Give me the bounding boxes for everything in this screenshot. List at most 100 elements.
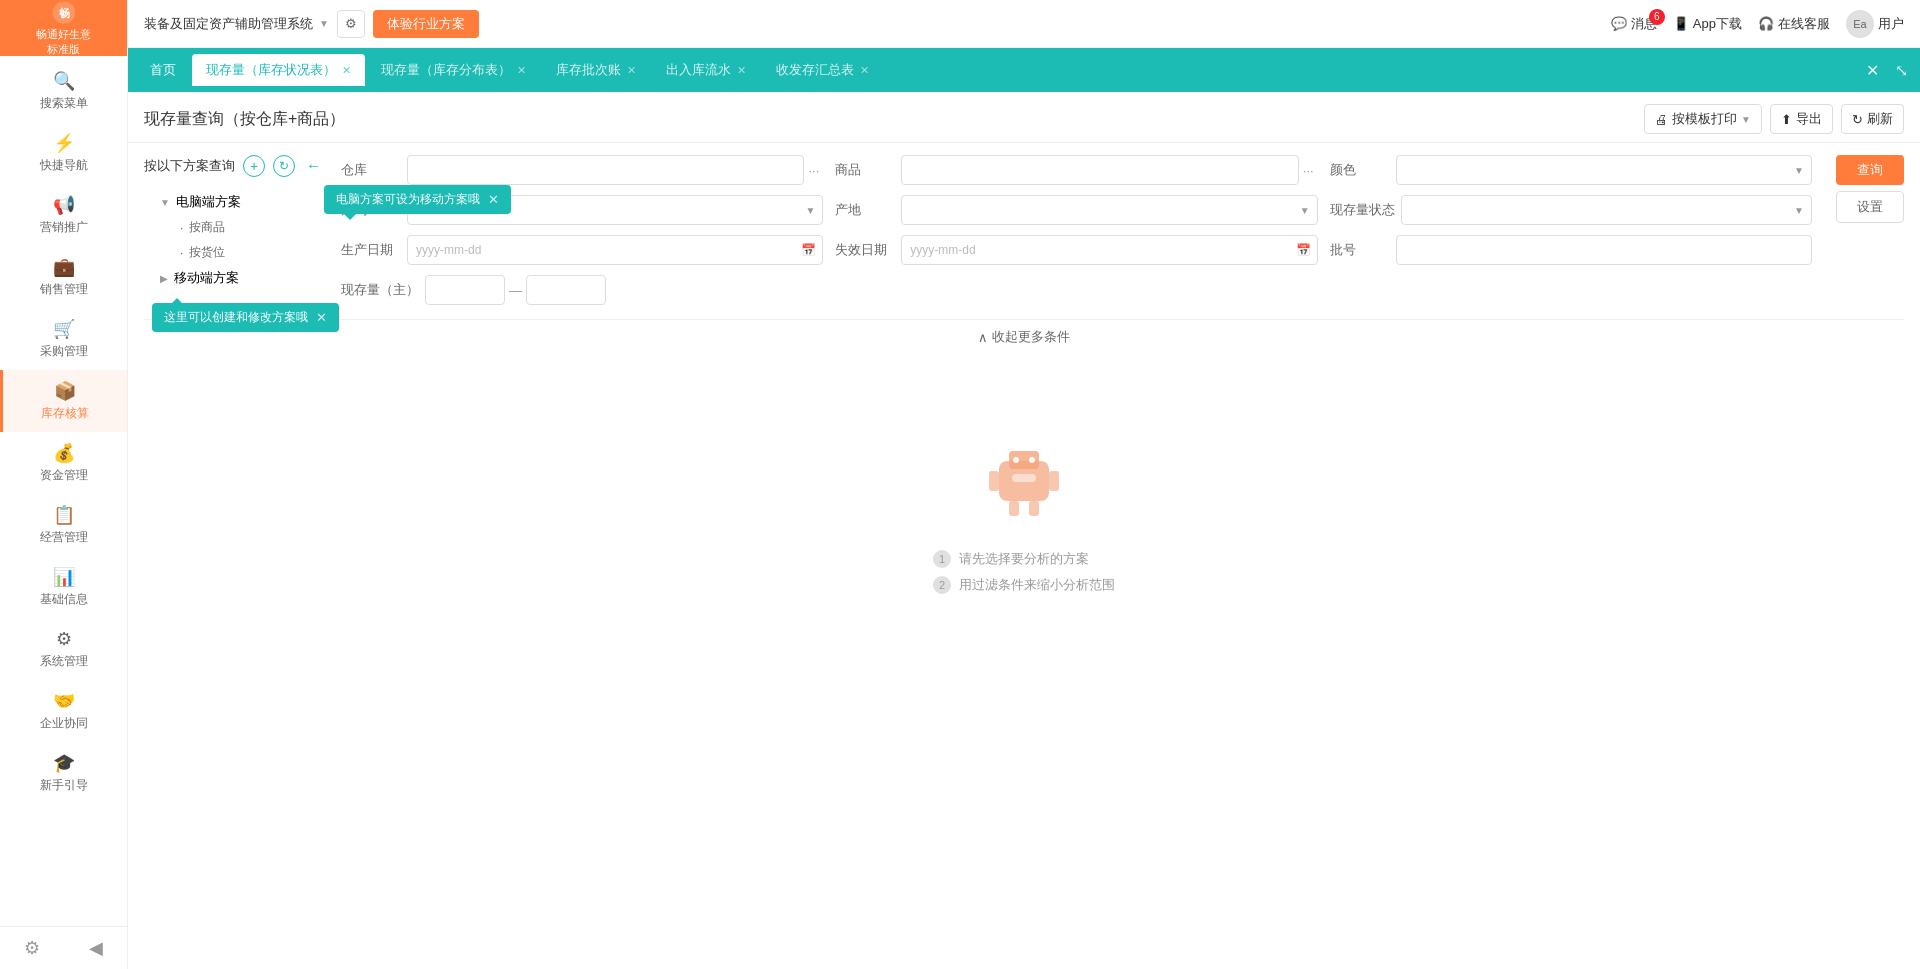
tab-stock-status-label: 现存量（库存状况表） <box>206 61 336 79</box>
export-icon: ⬆ <box>1781 112 1792 127</box>
tab-batch-account[interactable]: 库存批次账 ✕ <box>542 54 650 86</box>
sidebar-label-sales: 销售管理 <box>40 281 88 298</box>
sidebar-item-purchase[interactable]: 🛒 采购管理 <box>0 308 127 370</box>
stock-qty-max[interactable] <box>526 275 606 305</box>
sidebar-item-basic[interactable]: 📊 基础信息 <box>0 556 127 618</box>
scheme-sub-goods[interactable]: · 按商品 <box>172 215 325 240</box>
sidebar-item-inventory[interactable]: 📦 库存核算 <box>0 370 127 432</box>
print-btn[interactable]: 🖨 按模板打印 ▼ <box>1644 104 1762 134</box>
range-separator: — <box>509 283 522 298</box>
expiry-date-start[interactable]: yyyy-mm-dd 📅 <box>901 235 1317 265</box>
tab-inout-close[interactable]: ✕ <box>737 64 746 77</box>
sidebar-item-guide[interactable]: 🎓 新手引导 <box>0 742 127 804</box>
tab-receive-close[interactable]: ✕ <box>860 64 869 77</box>
page-header: 现存量查询（按仓库+商品） 🖨 按模板打印 ▼ ⬆ 导出 ↻ 刷新 <box>128 92 1920 143</box>
filter-add-btn[interactable]: + <box>243 155 265 177</box>
prod-date-start-icon[interactable]: 📅 <box>801 243 816 257</box>
sidebar-item-finance[interactable]: 💰 资金管理 <box>0 432 127 494</box>
tab-batch-close[interactable]: ✕ <box>627 64 636 77</box>
tab-stock-status-close[interactable]: ✕ <box>342 64 351 77</box>
svg-point-5 <box>1029 457 1035 463</box>
refresh-btn[interactable]: ↻ 刷新 <box>1841 104 1904 134</box>
product-input[interactable] <box>901 155 1298 185</box>
main-content: 现存量查询（按仓库+商品） 🖨 按模板打印 ▼ ⬆ 导出 ↻ 刷新 <box>128 92 1920 969</box>
tab-expand-btn[interactable]: ⤡ <box>1891 59 1912 82</box>
global-settings-btn[interactable]: ⚙ <box>337 10 365 38</box>
sidebar-icon-system: ⚙ <box>56 628 72 650</box>
field-expiry-date: 失效日期 yyyy-mm-dd 📅 <box>835 235 1317 265</box>
sidebar-item-enterprise[interactable]: 🤝 企业协同 <box>0 680 127 742</box>
origin-select-wrap: ▼ <box>901 195 1317 225</box>
tab-stock-dist-label: 现存量（库存分布表） <box>381 61 511 79</box>
system-selector[interactable]: 装备及固定资产辅助管理系统 ▼ <box>144 15 329 33</box>
sidebar: 畅 畅通好生意 标准版 🔍 搜索菜单 ⚡ 快捷导航 📢 营销推广 💼 销售管理 … <box>0 0 128 969</box>
collapse-btn[interactable]: ∧ 收起更多条件 <box>978 328 1070 346</box>
sidebar-icon-finance: 💰 <box>53 442 75 464</box>
notification-btn[interactable]: 💬 消息 6 <box>1611 15 1657 33</box>
sidebar-icon-operation: 📋 <box>53 504 75 526</box>
sidebar-item-operation[interactable]: 📋 经营管理 <box>0 494 127 556</box>
sidebar-icon-marketing: 📢 <box>53 194 75 216</box>
tab-stock-dist[interactable]: 现存量（库存分布表） ✕ <box>367 54 540 86</box>
tab-receive-summary[interactable]: 收发存汇总表 ✕ <box>762 54 883 86</box>
tab-stock-dist-close[interactable]: ✕ <box>517 64 526 77</box>
system-name: 装备及固定资产辅助管理系统 <box>144 15 313 33</box>
scheme-sub-location[interactable]: · 按货位 <box>172 240 325 265</box>
support-icon: 🎧 <box>1758 16 1774 31</box>
tab-bar: 首页 现存量（库存状况表） ✕ 现存量（库存分布表） ✕ 库存批次账 ✕ 出入库… <box>128 48 1920 92</box>
tab-inout-label: 出入库流水 <box>666 61 731 79</box>
user-area[interactable]: Ea 用户 <box>1846 10 1904 38</box>
stock-qty-min[interactable] <box>425 275 505 305</box>
filter-cycle-btn[interactable]: ↻ <box>273 155 295 177</box>
filter-row-3: 生产日期 yyyy-mm-dd 📅 失效日期 <box>341 235 1812 265</box>
experience-btn[interactable]: 体验行业方案 <box>373 10 479 38</box>
filter-label: 按以下方案查询 <box>144 157 235 175</box>
product-dots[interactable]: ··· <box>1299 163 1318 178</box>
field-batch: 批号 <box>1330 235 1812 265</box>
export-btn[interactable]: ⬆ 导出 <box>1770 104 1833 134</box>
prod-date-start[interactable]: yyyy-mm-dd 📅 <box>407 235 823 265</box>
filter-back-btn[interactable]: ← <box>303 155 325 177</box>
page-title: 现存量查询（按仓库+商品） <box>144 109 345 130</box>
warehouse-dots[interactable]: ··· <box>804 163 823 178</box>
mobile-expand-icon: ▶ <box>160 273 168 284</box>
svg-rect-8 <box>1049 471 1059 491</box>
field-origin: 产地 ▼ <box>835 195 1317 225</box>
sidebar-item-sales[interactable]: 💼 销售管理 <box>0 246 127 308</box>
tab-stock-status[interactable]: 现存量（库存状况表） ✕ <box>192 54 365 86</box>
tab-close-all-btn[interactable]: ✕ <box>1862 59 1883 82</box>
search-btn[interactable]: 查询 <box>1836 155 1904 185</box>
sidebar-label-operation: 经营管理 <box>40 529 88 546</box>
sidebar-label-purchase: 采购管理 <box>40 343 88 360</box>
pc-expand-icon: ▼ <box>160 197 170 208</box>
online-support-btn[interactable]: 🎧 在线客服 <box>1758 15 1830 33</box>
expiry-date-icon[interactable]: 📅 <box>1296 243 1311 257</box>
logo-icon: 畅 <box>48 0 80 25</box>
color-input[interactable] <box>1396 155 1812 185</box>
sidebar-label-inventory: 库存核算 <box>41 405 89 422</box>
settings-bottom-btn[interactable]: ⚙ <box>24 937 40 959</box>
tab-home[interactable]: 首页 <box>136 54 190 86</box>
sidebar-item-search[interactable]: 🔍 搜索菜单 <box>0 60 127 122</box>
empty-illustration <box>974 426 1074 526</box>
sidebar-label-system: 系统管理 <box>40 653 88 670</box>
scheme-tooltip-close[interactable]: ✕ <box>488 192 499 207</box>
scheme-mobile[interactable]: ▶ 移动端方案 <box>152 265 325 291</box>
app-download-btn[interactable]: 📱 App下载 <box>1673 15 1742 33</box>
warehouse-input[interactable] <box>407 155 804 185</box>
sidebar-item-quick-nav[interactable]: ⚡ 快捷导航 <box>0 122 127 184</box>
scheme-pc[interactable]: ▼ 电脑端方案 <box>152 189 325 215</box>
tab-inout-flow[interactable]: 出入库流水 ✕ <box>652 54 760 86</box>
sidebar-label-guide: 新手引导 <box>40 777 88 794</box>
stock-status-input[interactable] <box>1401 195 1812 225</box>
filter-area: 按以下方案查询 + ↻ ← 电脑方案可设为移动方案哦 ✕ <box>128 143 1920 366</box>
reset-btn[interactable]: 设置 <box>1836 191 1904 223</box>
scheme-tooltip: 电脑方案可设为移动方案哦 ✕ <box>324 185 511 214</box>
edit-tooltip-close[interactable]: ✕ <box>316 310 327 325</box>
filter-header: 按以下方案查询 + ↻ ← <box>144 155 325 177</box>
sidebar-item-system[interactable]: ⚙ 系统管理 <box>0 618 127 680</box>
origin-input[interactable] <box>901 195 1317 225</box>
collapse-sidebar-btn[interactable]: ◀ <box>89 937 103 959</box>
batch-input[interactable] <box>1396 235 1812 265</box>
sidebar-item-marketing[interactable]: 📢 营销推广 <box>0 184 127 246</box>
